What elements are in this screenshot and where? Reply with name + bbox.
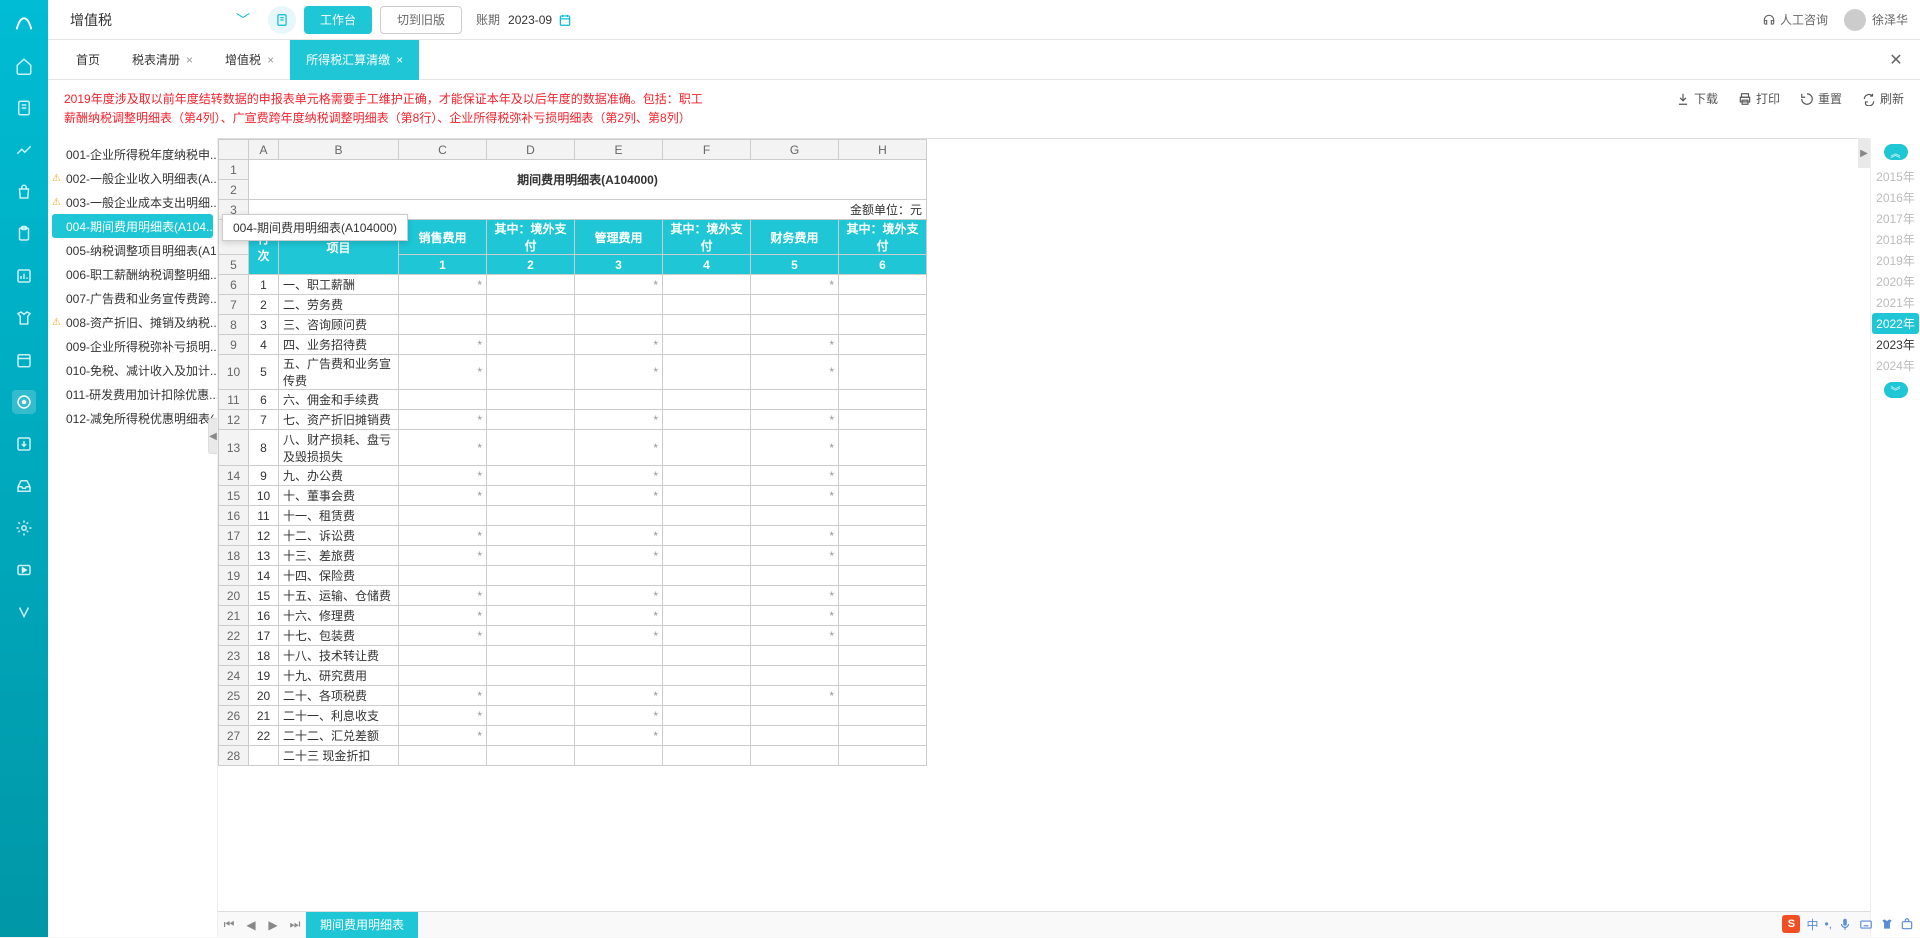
- year-2019年[interactable]: 2019年: [1872, 250, 1919, 271]
- refresh-icon: [1862, 92, 1876, 106]
- year-2022年[interactable]: 2022年: [1872, 313, 1919, 334]
- username: 徐泽华: [1872, 11, 1908, 28]
- doc-button[interactable]: [268, 6, 296, 34]
- form-item-6[interactable]: 007-广告费和业务宣传费跨...: [48, 286, 217, 310]
- ime-toolbar: S 中 •,: [1782, 915, 1914, 933]
- form-item-0[interactable]: 001-企业所得税年度纳税申...: [48, 142, 217, 166]
- form-name-tooltip: 004-期间费用明细表(A104000): [222, 214, 408, 241]
- year-2020年[interactable]: 2020年: [1872, 271, 1919, 292]
- nav-video-icon[interactable]: [12, 558, 36, 582]
- nav-calendar-icon[interactable]: [12, 348, 36, 372]
- download-button[interactable]: 下载: [1676, 90, 1718, 107]
- warn-icon: ⚠: [52, 173, 61, 184]
- nav-v-icon[interactable]: [12, 600, 36, 624]
- expand-panel-handle[interactable]: ▶: [1858, 138, 1870, 168]
- sheet-nav-next[interactable]: ▶: [262, 914, 284, 936]
- nav-doc-icon[interactable]: [12, 96, 36, 120]
- tab-3[interactable]: 所得税汇算清缴×: [290, 40, 419, 80]
- form-item-3[interactable]: 004-期间费用明细表(A104...: [52, 214, 213, 238]
- sheet-tab-bar: ⏮ ◀ ▶ ⏭ 期间费用明细表: [218, 911, 1870, 937]
- avatar: [1844, 9, 1866, 31]
- form-item-10[interactable]: 011-研发费用加计扣除优惠...: [48, 382, 217, 406]
- nav-bag-icon[interactable]: [12, 180, 36, 204]
- tab-close-icon[interactable]: ×: [186, 53, 193, 67]
- refresh-button[interactable]: 刷新: [1862, 90, 1904, 107]
- tab-close-icon[interactable]: ×: [396, 53, 403, 67]
- period-value: 2023-09: [508, 13, 552, 27]
- form-item-7[interactable]: ⚠008-资产折旧、摊销及纳税...: [48, 310, 217, 334]
- tab-close-icon[interactable]: ×: [267, 53, 274, 67]
- form-item-4[interactable]: 005-纳税调整项目明细表(A1...: [48, 238, 217, 262]
- left-nav-rail: [0, 0, 48, 937]
- print-button[interactable]: 打印: [1738, 90, 1780, 107]
- user-menu[interactable]: 徐泽华: [1844, 9, 1908, 31]
- form-item-9[interactable]: 010-免税、减计收入及加计...: [48, 358, 217, 382]
- tab-bar: 首页税表清册×增值税×所得税汇算清缴× ✕: [48, 40, 1920, 80]
- warn-icon: ⚠: [52, 197, 61, 208]
- chevron-down-icon: ﹀: [236, 10, 250, 30]
- nav-shirt-icon[interactable]: [12, 306, 36, 330]
- warning-notice: 2019年度涉及取以前年度结转数据的申报表单元格需要手工维护正确，才能保证本年及…: [64, 90, 714, 128]
- tab-1[interactable]: 税表清册×: [116, 40, 209, 80]
- tab-2[interactable]: 增值税×: [209, 40, 290, 80]
- nav-export-icon[interactable]: [12, 432, 36, 456]
- nav-report-icon[interactable]: [12, 264, 36, 288]
- nav-clipboard-icon[interactable]: [12, 222, 36, 246]
- form-item-5[interactable]: 006-职工薪酬纳税调整明细...: [48, 262, 217, 286]
- consult-label: 人工咨询: [1780, 11, 1828, 28]
- spreadsheet[interactable]: ABCDEFGH1期间费用明细表(A104000)23金额单位：元4行次项目销售…: [218, 138, 1870, 911]
- switch-old-button[interactable]: 切到旧版: [380, 6, 462, 34]
- year-rail: ︽ 2015年2016年2017年2018年2019年2020年2021年202…: [1870, 138, 1920, 937]
- ime-mic-icon[interactable]: [1838, 917, 1852, 931]
- sheet-nav-first[interactable]: ⏮: [218, 914, 240, 936]
- year-2017年[interactable]: 2017年: [1872, 208, 1919, 229]
- form-item-1[interactable]: ⚠002-一般企业收入明细表(A...: [48, 166, 217, 190]
- sheet-nav-prev[interactable]: ◀: [240, 914, 262, 936]
- module-selector[interactable]: 增值税 ﹀: [60, 6, 260, 34]
- consult-link[interactable]: 人工咨询: [1762, 11, 1828, 28]
- ime-keyboard-icon[interactable]: [1858, 917, 1874, 931]
- form-item-11[interactable]: 012-减免所得税优惠明细表(...: [48, 406, 217, 430]
- year-2018年[interactable]: 2018年: [1872, 229, 1919, 250]
- ime-skin-icon[interactable]: [1880, 917, 1894, 931]
- sheet-title: 期间费用明细表(A104000): [249, 160, 927, 200]
- year-2024年[interactable]: 2024年: [1872, 355, 1919, 376]
- calendar-icon[interactable]: [558, 13, 572, 27]
- ime-brand-icon[interactable]: S: [1782, 915, 1800, 933]
- nav-tax-icon[interactable]: [12, 390, 36, 414]
- app-logo: [10, 8, 38, 36]
- nav-inbox-icon[interactable]: [12, 474, 36, 498]
- collapse-sidebar-handle[interactable]: ◀: [208, 418, 218, 454]
- print-icon: [1738, 92, 1752, 106]
- nav-chart-icon[interactable]: [12, 138, 36, 162]
- year-2016年[interactable]: 2016年: [1872, 187, 1919, 208]
- download-icon: [1676, 92, 1690, 106]
- ime-toolbox-icon[interactable]: [1900, 917, 1914, 931]
- nav-home-icon[interactable]: [12, 54, 36, 78]
- year-2021年[interactable]: 2021年: [1872, 292, 1919, 313]
- sheet-tab[interactable]: 期间费用明细表: [306, 912, 418, 938]
- ime-punct-icon[interactable]: •,: [1824, 917, 1832, 931]
- form-list-sidebar: 001-企业所得税年度纳税申...⚠002-一般企业收入明细表(A...⚠003…: [48, 138, 218, 937]
- year-2023年[interactable]: 2023年: [1872, 334, 1919, 355]
- headset-icon: [1762, 13, 1776, 27]
- horizontal-scrollbar[interactable]: [718, 918, 1870, 932]
- topbar: 增值税 ﹀ 工作台 切到旧版 账期 2023-09 人工咨询 徐泽华: [48, 0, 1920, 40]
- form-item-8[interactable]: 009-企业所得税弥补亏损明...: [48, 334, 217, 358]
- year-scroll-up[interactable]: ︽: [1884, 144, 1908, 160]
- reset-icon: [1800, 92, 1814, 106]
- close-all-tabs[interactable]: ✕: [1884, 48, 1908, 72]
- module-name: 增值税: [70, 10, 112, 30]
- ime-lang[interactable]: 中: [1806, 916, 1818, 933]
- year-2015年[interactable]: 2015年: [1872, 166, 1919, 187]
- period-label: 账期: [476, 11, 500, 28]
- tab-0[interactable]: 首页: [60, 40, 116, 80]
- form-item-2[interactable]: ⚠003-一般企业成本支出明细...: [48, 190, 217, 214]
- sheet-nav-last[interactable]: ⏭: [284, 914, 306, 936]
- warn-icon: ⚠: [52, 317, 61, 328]
- nav-settings-icon[interactable]: [12, 516, 36, 540]
- workspace-button[interactable]: 工作台: [304, 6, 372, 34]
- reset-button[interactable]: 重置: [1800, 90, 1842, 107]
- year-scroll-down[interactable]: ︾: [1884, 382, 1908, 398]
